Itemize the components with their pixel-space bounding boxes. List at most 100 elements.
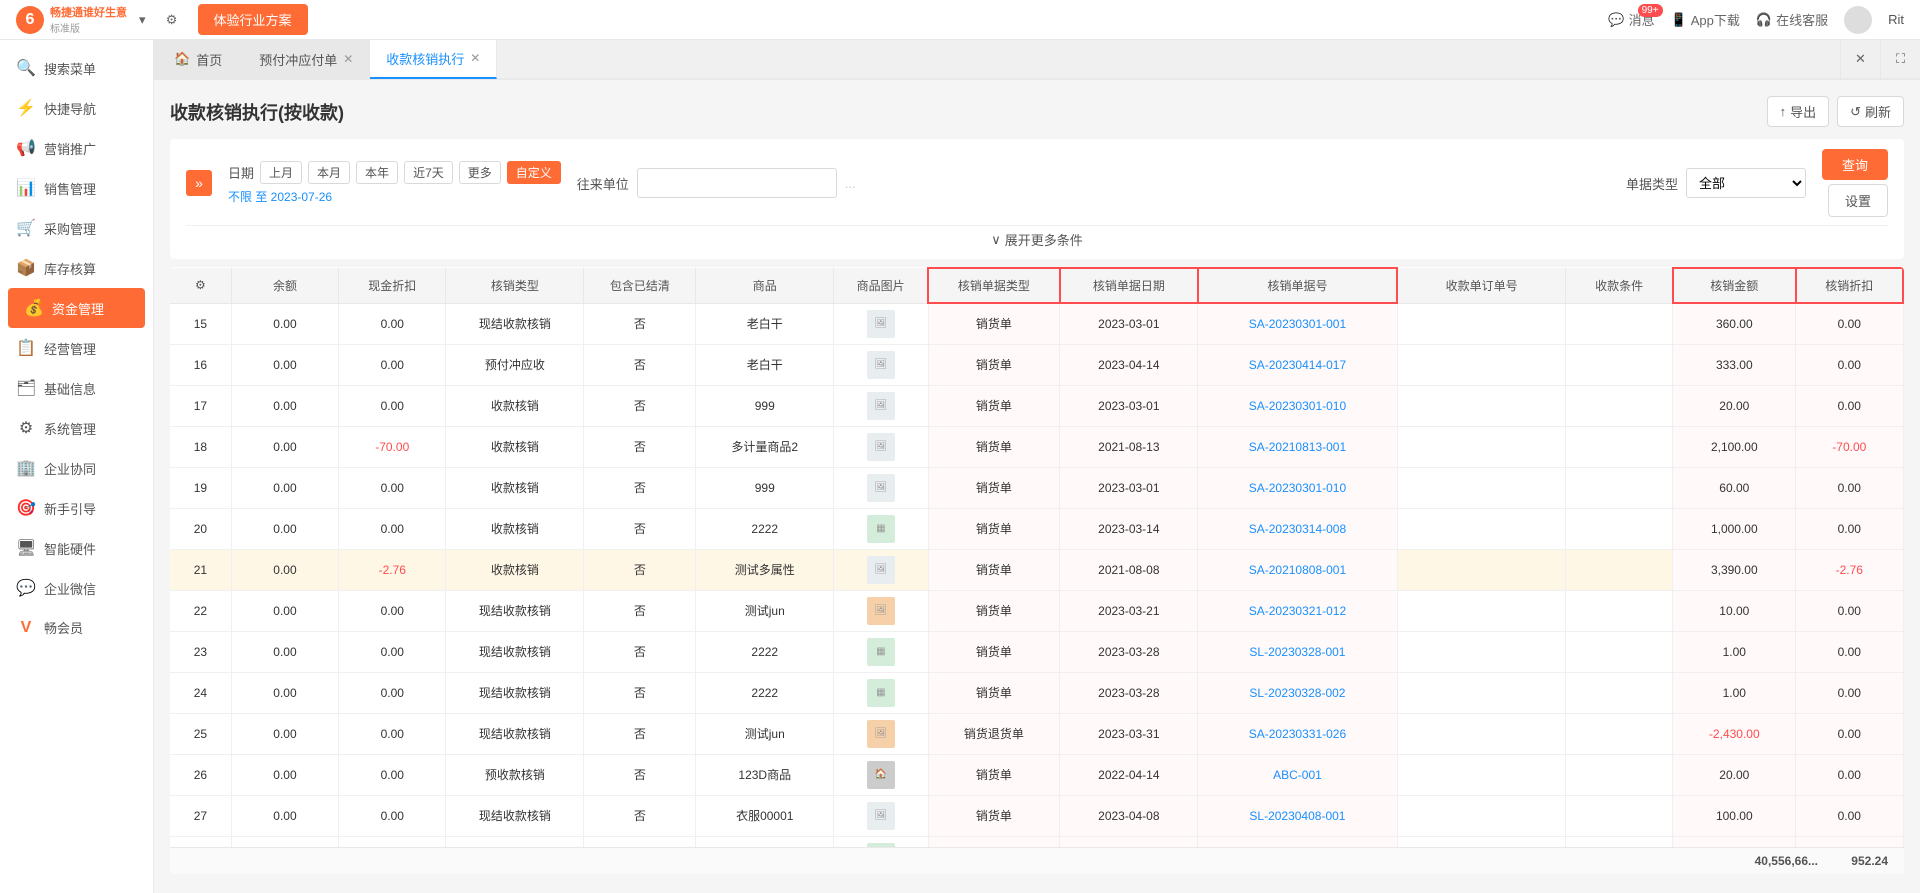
sidebar-item-sales[interactable]: 📊 销售管理 (0, 168, 153, 208)
tab-right-buttons: ✕ ⛶ (1840, 40, 1920, 79)
tab-prepay[interactable]: 预付冲应付单 ✕ (243, 40, 370, 79)
sidebar-item-system[interactable]: ⚙ 系统管理 (0, 408, 153, 448)
sidebar-label-member: 畅会员 (44, 618, 83, 637)
tab-receipt-close[interactable]: ✕ (470, 51, 480, 65)
cell-settled: 否 (584, 836, 696, 847)
tab-receipt[interactable]: 收款核销执行 ✕ (370, 40, 497, 79)
date-custom[interactable]: 自定义 (507, 161, 561, 184)
online-service-button[interactable]: 🎧 在线客服 (1756, 10, 1828, 29)
sidebar-item-business[interactable]: 📋 经营管理 (0, 328, 153, 368)
sidebar-label-quicknav: 快捷导航 (44, 99, 96, 118)
cell-writeoff: 0.00 (1796, 836, 1903, 847)
sidebar-item-search[interactable]: 🔍 搜索菜单 (0, 48, 153, 88)
sidebar-item-marketing[interactable]: 📢 营销推广 (0, 128, 153, 168)
docno-link[interactable]: SA-20230314-008 (1249, 522, 1346, 536)
user-avatar[interactable] (1844, 6, 1872, 34)
sidebar-item-basic[interactable]: 🗂 基础信息 (0, 368, 153, 408)
docno-link[interactable]: SA-20230321-012 (1249, 604, 1346, 618)
settings-button[interactable]: 设置 (1828, 184, 1888, 217)
cell-discount: 0.00 (339, 385, 446, 426)
docno-link[interactable]: SA-20230331-026 (1249, 727, 1346, 741)
date-last-month[interactable]: 上月 (260, 161, 302, 184)
cell-balance: 0.00 (231, 385, 338, 426)
cell-no: 16 (170, 344, 231, 385)
filter-collapse-btn[interactable]: » (186, 170, 212, 196)
cell-doctype: 销货单 (928, 303, 1060, 344)
cell-type: 现结收款核销 (446, 631, 584, 672)
cell-condition (1566, 754, 1673, 795)
cell-settled: 否 (584, 385, 696, 426)
cell-balance: 0.00 (231, 303, 338, 344)
docno-link[interactable]: SA-20210813-001 (1249, 440, 1346, 454)
page-title: 收款核销执行(按收款) (170, 99, 344, 125)
tab-prepay-close[interactable]: ✕ (343, 52, 353, 66)
sidebar-item-quicknav[interactable]: ⚡ 快捷导航 (0, 88, 153, 128)
sidebar-item-member[interactable]: V 畅会员 (0, 608, 153, 647)
cell-doctype: 销货单 (928, 426, 1060, 467)
cell-balance: 0.00 (231, 590, 338, 631)
cell-docno: SL-20230418-001 (1198, 836, 1397, 847)
docno-link[interactable]: SA-20230301-010 (1249, 399, 1346, 413)
cell-docno: SA-20230301-001 (1198, 303, 1397, 344)
date-more[interactable]: 更多 (459, 161, 501, 184)
sidebar-item-company[interactable]: 🏢 企业协同 (0, 448, 153, 488)
sidebar-item-wechat[interactable]: 💬 企业微信 (0, 568, 153, 608)
docno-link[interactable]: ABC-001 (1273, 768, 1322, 782)
table-row: 24 0.00 0.00 现结收款核销 否 2222 ▦ 销货单 2023-03… (170, 672, 1903, 713)
expand-filter-btn[interactable]: ∨ 展开更多条件 (186, 225, 1888, 253)
sidebar-label-company: 企业协同 (44, 459, 96, 478)
cell-settled: 否 (584, 467, 696, 508)
partner-input[interactable] (637, 168, 837, 198)
tab-home[interactable]: 🏠 首页 (154, 40, 243, 79)
tab-maximize-btn[interactable]: ⛶ (1880, 40, 1920, 79)
cell-amount: 20.00 (1673, 385, 1796, 426)
th-settings[interactable]: ⚙ (170, 268, 231, 303)
cell-amount: 100.00 (1673, 795, 1796, 836)
docno-link[interactable]: SL-20230328-002 (1249, 686, 1345, 700)
service-label: 在线客服 (1776, 10, 1828, 29)
sidebar-item-purchase[interactable]: 🛒 采购管理 (0, 208, 153, 248)
export-button[interactable]: ↑ 导出 (1767, 96, 1830, 127)
refresh-button[interactable]: ↺ 刷新 (1837, 96, 1904, 127)
query-button[interactable]: 查询 (1822, 149, 1888, 180)
date-this-month[interactable]: 本月 (308, 161, 350, 184)
app-download-button[interactable]: 📱 App下载 (1671, 10, 1740, 29)
cell-orderid (1397, 631, 1566, 672)
app-dropdown[interactable]: ▾ (139, 12, 146, 28)
date-this-year[interactable]: 本年 (356, 161, 398, 184)
tab-close-btn[interactable]: ✕ (1840, 40, 1880, 79)
sidebar-item-hardware[interactable]: 🖥 智能硬件 (0, 528, 153, 568)
cell-no: 23 (170, 631, 231, 672)
doctype-select[interactable]: 全部 销货单 销货退货单 (1686, 168, 1806, 198)
column-settings-icon[interactable]: ⚙ (195, 278, 206, 292)
cell-orderid (1397, 672, 1566, 713)
sidebar-item-newbie[interactable]: 🎯 新手引导 (0, 488, 153, 528)
settings-icon[interactable]: ⚙ (158, 6, 186, 34)
message-icon: 💬 (1608, 12, 1624, 28)
cell-img: 🖼 (834, 590, 928, 631)
sidebar-item-finance[interactable]: 💰 资金管理 (8, 288, 145, 328)
cell-writeoff: 0.00 (1796, 672, 1903, 713)
date-7days[interactable]: 近7天 (404, 161, 453, 184)
docno-link[interactable]: SL-20230328-001 (1249, 645, 1345, 659)
date-range: 不限 至 2023-07-26 (228, 188, 332, 205)
sidebar-item-inventory[interactable]: 📦 库存核算 (0, 248, 153, 288)
table-container[interactable]: ⚙ 余额 现金折扣 核销类型 包含已结清 商品 商品图片 核销单据类型 核销单据… (170, 267, 1904, 847)
cell-discount: 0.00 (339, 795, 446, 836)
cell-orderid (1397, 426, 1566, 467)
message-button[interactable]: 💬 消息 99+ (1608, 10, 1654, 29)
cell-no: 28 (170, 836, 231, 847)
cell-amount: 1.00 (1673, 672, 1796, 713)
docno-link[interactable]: SA-20230301-010 (1249, 481, 1346, 495)
cell-type: 现结收款核销 (446, 303, 584, 344)
industry-button[interactable]: 体验行业方案 (198, 4, 308, 35)
docno-link[interactable]: SA-20230301-001 (1249, 317, 1346, 331)
docno-link[interactable]: SA-20210808-001 (1249, 563, 1346, 577)
table-row: 20 0.00 0.00 收款核销 否 2222 ▦ 销货单 2023-03-1… (170, 508, 1903, 549)
docno-link[interactable]: SL-20230408-001 (1249, 809, 1345, 823)
partner-label: 往来单位 (577, 174, 629, 193)
docno-link[interactable]: SA-20230414-017 (1249, 358, 1346, 372)
cell-discount: 0.00 (339, 344, 446, 385)
cell-img: ▦ (834, 672, 928, 713)
cell-no: 15 (170, 303, 231, 344)
